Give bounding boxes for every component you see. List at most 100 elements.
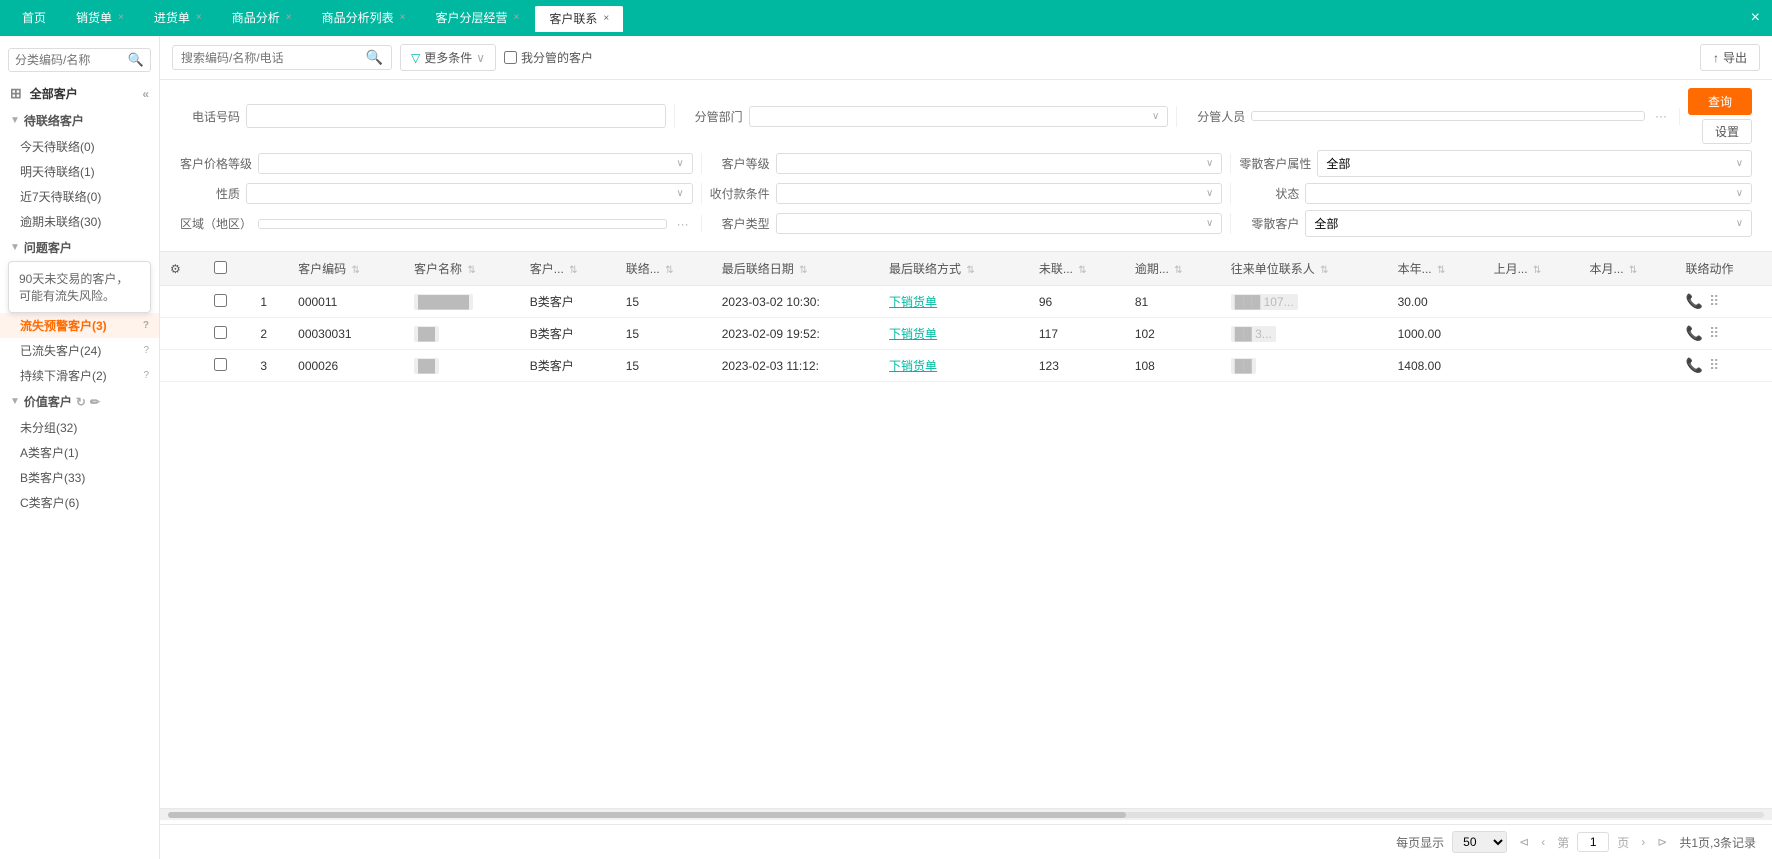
filter-select-price-tier[interactable]: ∨ — [258, 153, 693, 174]
row-checkbox-1[interactable] — [214, 326, 227, 339]
region-dots-icon[interactable]: ··· — [673, 217, 693, 231]
filter-select-status[interactable]: ∨ — [1305, 183, 1752, 204]
page-prev-icon[interactable]: ‹ — [1537, 833, 1549, 851]
sidebar-item-declining[interactable]: 持续下滑客户(2) ? — [0, 363, 159, 388]
my-customers-checkbox[interactable] — [504, 51, 517, 64]
tab-analysis-close[interactable]: × — [286, 4, 292, 32]
cell-last-way-0[interactable]: 下销货单 — [879, 286, 1029, 318]
col-this-year[interactable]: 本年... ⇅ — [1388, 252, 1484, 286]
col-unit-contact[interactable]: 往来单位联系人 ⇅ — [1221, 252, 1388, 286]
tab-analysis-list[interactable]: 商品分析列表 × — [308, 4, 420, 32]
sidebar-all-customers[interactable]: ⊞ 全部客户 « — [0, 80, 159, 107]
sidebar-item-7days[interactable]: 近7天待联络(0) — [0, 184, 159, 209]
action-phone-icon-1[interactable]: 📞 — [1686, 325, 1703, 342]
window-close-btn[interactable]: × — [1747, 5, 1764, 31]
action-phone-icon-2[interactable]: 📞 — [1686, 357, 1703, 374]
sidebar-collapse-icon[interactable]: « — [142, 87, 149, 101]
last-way-link-2[interactable]: 下销货单 — [889, 359, 937, 373]
horizontal-scrollbar[interactable] — [160, 808, 1772, 820]
sidebar-item-class-b[interactable]: B类客户(33) — [0, 465, 159, 490]
search-input[interactable] — [181, 51, 366, 65]
sidebar-search-icon[interactable]: 🔍 — [128, 52, 144, 68]
my-customers-checkbox-label[interactable]: 我分管的客户 — [504, 49, 593, 66]
filter-select-region[interactable] — [258, 219, 667, 229]
export-btn[interactable]: ↑ 导出 — [1700, 44, 1760, 71]
sidebar-search-input[interactable] — [15, 53, 128, 67]
filter-select-customer-type[interactable]: ∨ — [776, 213, 1223, 234]
action-more-icon-0[interactable]: ⠿ — [1709, 293, 1719, 310]
sidebar-item-churned[interactable]: 已流失客户(24) ? — [0, 338, 159, 363]
action-phone-icon-0[interactable]: 📞 — [1686, 293, 1703, 310]
cell-last-way-2[interactable]: 下销货单 — [879, 350, 1029, 382]
page-last-icon[interactable]: ⊳ — [1653, 833, 1671, 851]
row-checkbox-2[interactable] — [214, 358, 227, 371]
filter-select-payment[interactable]: ∨ — [776, 183, 1223, 204]
tab-sales-close[interactable]: × — [118, 4, 124, 32]
tab-home[interactable]: 首页 — [8, 4, 60, 32]
last-way-link-0[interactable]: 下销货单 — [889, 295, 937, 309]
col-last-date[interactable]: 最后联络日期 ⇅ — [712, 252, 879, 286]
tab-customer-contact-close[interactable]: × — [603, 5, 609, 33]
sidebar-item-tomorrow[interactable]: 明天待联络(1) — [0, 159, 159, 184]
toolbar-search-icon[interactable]: 🔍 — [366, 49, 383, 66]
page-next-icon[interactable]: › — [1637, 833, 1649, 851]
action-more-icon-1[interactable]: ⠿ — [1709, 325, 1719, 342]
page-input[interactable] — [1577, 832, 1609, 852]
sidebar-item-overdue[interactable]: 逾期未联络(30) — [0, 209, 159, 234]
tab-sales[interactable]: 销货单 × — [62, 4, 138, 32]
last-way-link-1[interactable]: 下销货单 — [889, 327, 937, 341]
sidebar-group-problem-header[interactable]: ▼ 问题客户 — [0, 234, 159, 261]
col-name[interactable]: 客户名称 ⇅ — [404, 252, 520, 286]
col-not-contacted[interactable]: 未联... ⇅ — [1029, 252, 1125, 286]
col-overdue[interactable]: 逾期... ⇅ — [1125, 252, 1221, 286]
filter-input-phone[interactable] — [246, 104, 666, 128]
tab-purchase-close[interactable]: × — [196, 4, 202, 32]
status-chevron-icon: ∨ — [1736, 188, 1743, 199]
cell-checkbox-1[interactable] — [204, 318, 251, 350]
tab-customer-tier[interactable]: 客户分层经营 × — [421, 4, 533, 32]
col-this-month[interactable]: 本月... ⇅ — [1580, 252, 1676, 286]
manager-dots-icon[interactable]: ··· — [1651, 109, 1671, 123]
question-icon-1: ? — [143, 320, 149, 331]
filter-select-dept[interactable]: ∨ — [749, 106, 1169, 127]
value-refresh-icon[interactable]: ↻ — [76, 395, 86, 409]
sidebar-item-unclassified[interactable]: 未分组(32) — [0, 415, 159, 440]
cell-checkbox-2[interactable] — [204, 350, 251, 382]
col-last-way[interactable]: 最后联络方式 ⇅ — [879, 252, 1029, 286]
more-filter-btn[interactable]: ▽ 更多条件 ∨ — [400, 44, 496, 71]
scrollbar-thumb[interactable] — [168, 812, 1126, 818]
col-type[interactable]: 客户... ⇅ — [520, 252, 616, 286]
query-btn[interactable]: 查询 — [1688, 88, 1752, 115]
sidebar-item-churn-warning[interactable]: 流失预警客户(3) ? — [0, 313, 159, 338]
filter-select-retail-attr[interactable]: 全部 ∨ — [1317, 150, 1752, 177]
page-first-icon[interactable]: ⊲ — [1515, 833, 1533, 851]
sidebar-group-pending-header[interactable]: ▼ 待联络客户 — [0, 107, 159, 134]
col-settings[interactable]: ⚙ — [160, 252, 204, 286]
tab-analysis[interactable]: 商品分析 × — [218, 4, 306, 32]
tab-purchase[interactable]: 进货单 × — [140, 4, 216, 32]
row-checkbox-0[interactable] — [214, 294, 227, 307]
tab-analysis-list-close[interactable]: × — [400, 4, 406, 32]
col-contact[interactable]: 联络... ⇅ — [616, 252, 712, 286]
col-last-month[interactable]: 上月... ⇅ — [1484, 252, 1580, 286]
value-edit-icon[interactable]: ✏ — [90, 395, 100, 409]
filter-select-retail[interactable]: 全部 ∨ — [1305, 210, 1752, 237]
tab-customer-contact[interactable]: 客户联系 × — [535, 4, 623, 32]
select-all-checkbox[interactable] — [214, 261, 227, 274]
filter-row-2: 客户价格等级 ∨ 客户等级 ∨ 零散客户属性 全部 — [172, 150, 1760, 177]
per-page-select[interactable]: 50 100 200 — [1452, 831, 1507, 853]
col-code[interactable]: 客户编码 ⇅ — [288, 252, 404, 286]
filter-select-customer-tier[interactable]: ∨ — [776, 153, 1223, 174]
filter-select-nature[interactable]: ∨ — [246, 183, 693, 204]
cell-last-way-1[interactable]: 下销货单 — [879, 318, 1029, 350]
sidebar-group-value-header[interactable]: ▼ 价值客户 ↻ ✏ — [0, 388, 159, 415]
sidebar-item-today[interactable]: 今天待联络(0) — [0, 134, 159, 159]
tab-customer-tier-close[interactable]: × — [513, 4, 519, 32]
sidebar-item-class-a[interactable]: A类客户(1) — [0, 440, 159, 465]
sidebar-item-class-c[interactable]: C类客户(6) — [0, 490, 159, 515]
col-checkbox[interactable] — [204, 252, 251, 286]
settings-btn[interactable]: 设置 — [1702, 119, 1752, 144]
action-more-icon-2[interactable]: ⠿ — [1709, 357, 1719, 374]
filter-select-manager[interactable] — [1251, 111, 1645, 121]
cell-checkbox-0[interactable] — [204, 286, 251, 318]
